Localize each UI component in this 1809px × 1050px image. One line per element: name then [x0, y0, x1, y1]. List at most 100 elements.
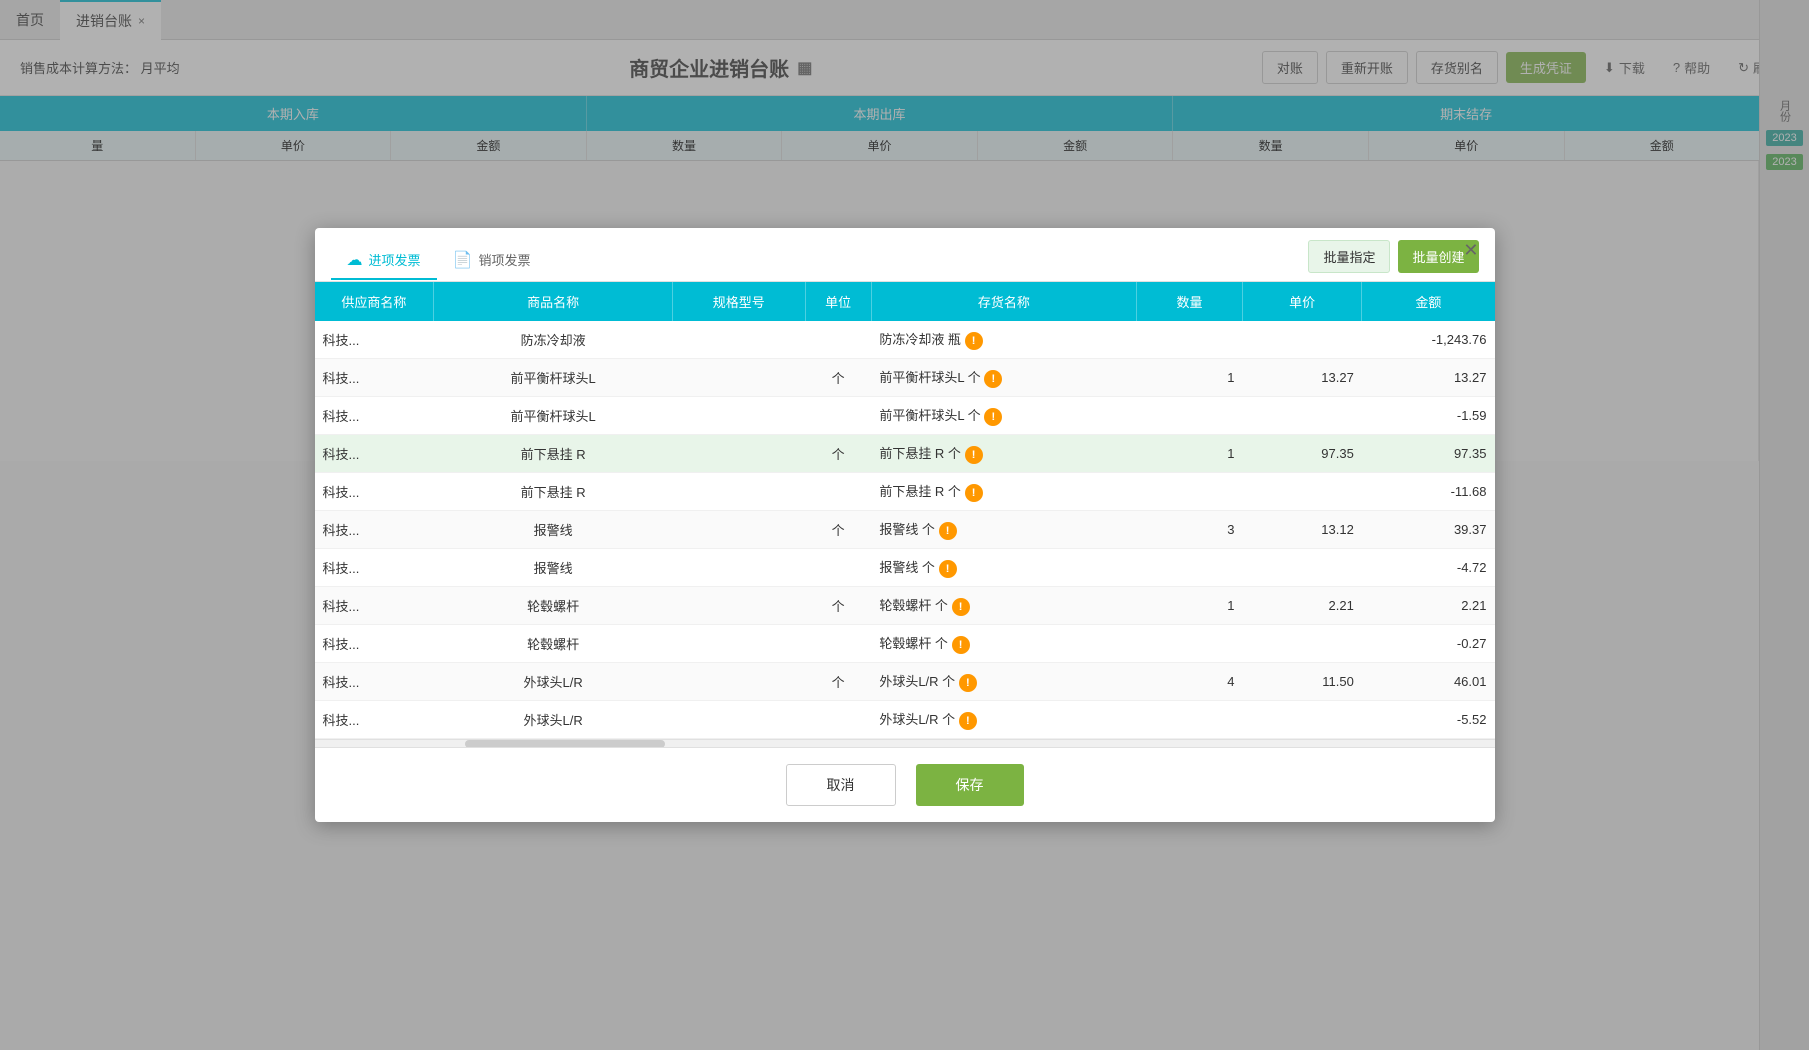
- cell-spec: [672, 397, 805, 435]
- table-row[interactable]: 科技... 轮毂螺杆 轮毂螺杆 个 ! -0.27: [315, 625, 1495, 663]
- table-row[interactable]: 科技... 前平衡杆球头L 个 前平衡杆球头L 个 ! 1 13.27 13.2…: [315, 359, 1495, 397]
- modal-header: ☁ 进项发票 📄 销项发票 批量指定 批量创建 ✕: [315, 228, 1495, 282]
- alert-icon: !: [965, 332, 983, 350]
- cancel-button[interactable]: 取消: [786, 764, 896, 806]
- cell-supplier: 科技...: [315, 435, 434, 473]
- cell-unit: [805, 397, 871, 435]
- cell-amount: -1,243.76: [1362, 321, 1495, 359]
- cell-spec: [672, 511, 805, 549]
- cell-supplier: 科技...: [315, 321, 434, 359]
- cell-inventory: 前下悬挂 R 个 !: [871, 473, 1136, 511]
- cell-price: [1243, 701, 1362, 739]
- table-row[interactable]: 科技... 前平衡杆球头L 前平衡杆球头L 个 ! -1.59: [315, 397, 1495, 435]
- modal-close-button[interactable]: ✕: [1463, 240, 1478, 261]
- cell-spec: [672, 359, 805, 397]
- cell-supplier: 科技...: [315, 663, 434, 701]
- cell-price: 13.12: [1243, 511, 1362, 549]
- cell-amount: -0.27: [1362, 625, 1495, 663]
- invoice-table: 供应商名称 商品名称 规格型号 单位 存货名称 数量 单价 金额 科技... 防…: [315, 282, 1495, 739]
- cell-supplier: 科技...: [315, 511, 434, 549]
- cell-amount: -4.72: [1362, 549, 1495, 587]
- cell-product: 前下悬挂 R: [434, 473, 673, 511]
- cell-amount: 2.21: [1362, 587, 1495, 625]
- cell-product: 外球头L/R: [434, 663, 673, 701]
- alert-icon: !: [959, 674, 977, 692]
- cell-inventory: 轮毂螺杆 个 !: [871, 625, 1136, 663]
- col-header-supplier: 供应商名称: [315, 282, 434, 321]
- alert-icon: !: [952, 636, 970, 654]
- cell-qty: [1136, 549, 1242, 587]
- cell-supplier: 科技...: [315, 359, 434, 397]
- cell-unit: [805, 549, 871, 587]
- table-row[interactable]: 科技... 防冻冷却液 防冻冷却液 瓶 ! -1,243.76: [315, 321, 1495, 359]
- cell-supplier: 科技...: [315, 397, 434, 435]
- cell-price: 11.50: [1243, 663, 1362, 701]
- tab-purchase-invoice[interactable]: ☁ 进项发票: [331, 242, 437, 280]
- cell-qty: 1: [1136, 435, 1242, 473]
- col-header-qty: 数量: [1136, 282, 1242, 321]
- cell-qty: [1136, 397, 1242, 435]
- cell-unit: [805, 473, 871, 511]
- col-header-amount: 金额: [1362, 282, 1495, 321]
- cell-unit: [805, 625, 871, 663]
- purchase-icon: ☁: [347, 250, 363, 270]
- modal-dialog: ☁ 进项发票 📄 销项发票 批量指定 批量创建 ✕ 供应商名称 商品名称 规格: [315, 228, 1495, 822]
- table-body: 科技... 防冻冷却液 防冻冷却液 瓶 ! -1,243.76 科技... 前平…: [315, 321, 1495, 739]
- alert-icon: !: [965, 446, 983, 464]
- cell-price: 97.35: [1243, 435, 1362, 473]
- cell-product: 前下悬挂 R: [434, 435, 673, 473]
- cell-amount: -11.68: [1362, 473, 1495, 511]
- cell-product: 防冻冷却液: [434, 321, 673, 359]
- cell-qty: [1136, 625, 1242, 663]
- cell-price: [1243, 473, 1362, 511]
- cell-inventory: 前平衡杆球头L 个 !: [871, 359, 1136, 397]
- modal-footer: 取消 保存: [315, 747, 1495, 822]
- table-header: 供应商名称 商品名称 规格型号 单位 存货名称 数量 单价 金额: [315, 282, 1495, 321]
- cell-product: 外球头L/R: [434, 701, 673, 739]
- cell-price: [1243, 549, 1362, 587]
- batch-assign-button[interactable]: 批量指定: [1308, 240, 1390, 273]
- cell-supplier: 科技...: [315, 625, 434, 663]
- cell-amount: 39.37: [1362, 511, 1495, 549]
- cell-amount: 13.27: [1362, 359, 1495, 397]
- cell-amount: -1.59: [1362, 397, 1495, 435]
- table-row[interactable]: 科技... 轮毂螺杆 个 轮毂螺杆 个 ! 1 2.21 2.21: [315, 587, 1495, 625]
- modal-backdrop: ☁ 进项发票 📄 销项发票 批量指定 批量创建 ✕ 供应商名称 商品名称 规格: [0, 0, 1809, 1050]
- cell-inventory: 轮毂螺杆 个 !: [871, 587, 1136, 625]
- cell-amount: 46.01: [1362, 663, 1495, 701]
- cell-product: 前平衡杆球头L: [434, 359, 673, 397]
- sales-icon: 📄: [453, 250, 473, 270]
- col-header-inventory: 存货名称: [871, 282, 1136, 321]
- cell-spec: [672, 663, 805, 701]
- table-row[interactable]: 科技... 报警线 个 报警线 个 ! 3 13.12 39.37: [315, 511, 1495, 549]
- col-header-spec: 规格型号: [672, 282, 805, 321]
- horizontal-scrollbar[interactable]: [315, 739, 1495, 747]
- table-row[interactable]: 科技... 前下悬挂 R 前下悬挂 R 个 ! -11.68: [315, 473, 1495, 511]
- cell-qty: 3: [1136, 511, 1242, 549]
- cell-spec: [672, 321, 805, 359]
- cell-price: 2.21: [1243, 587, 1362, 625]
- cell-inventory: 外球头L/R 个 !: [871, 663, 1136, 701]
- alert-icon: !: [952, 598, 970, 616]
- cell-price: [1243, 625, 1362, 663]
- cell-spec: [672, 701, 805, 739]
- table-row[interactable]: 科技... 前下悬挂 R 个 前下悬挂 R 个 ! 1 97.35 97.35: [315, 435, 1495, 473]
- cell-spec: [672, 435, 805, 473]
- cell-price: 13.27: [1243, 359, 1362, 397]
- cell-unit: 个: [805, 663, 871, 701]
- cell-inventory: 前下悬挂 R 个 !: [871, 435, 1136, 473]
- alert-icon: !: [984, 370, 1002, 388]
- save-button[interactable]: 保存: [916, 764, 1024, 806]
- cell-supplier: 科技...: [315, 549, 434, 587]
- table-row[interactable]: 科技... 外球头L/R 个 外球头L/R 个 ! 4 11.50 46.01: [315, 663, 1495, 701]
- cell-product: 前平衡杆球头L: [434, 397, 673, 435]
- cell-inventory: 防冻冷却液 瓶 !: [871, 321, 1136, 359]
- cell-product: 轮毂螺杆: [434, 587, 673, 625]
- modal-table-wrapper[interactable]: 供应商名称 商品名称 规格型号 单位 存货名称 数量 单价 金额 科技... 防…: [315, 282, 1495, 739]
- tab-sales-invoice[interactable]: 📄 销项发票: [437, 242, 547, 280]
- table-row[interactable]: 科技... 外球头L/R 外球头L/R 个 ! -5.52: [315, 701, 1495, 739]
- cell-unit: 个: [805, 587, 871, 625]
- alert-icon: !: [939, 522, 957, 540]
- cell-amount: 97.35: [1362, 435, 1495, 473]
- table-row[interactable]: 科技... 报警线 报警线 个 ! -4.72: [315, 549, 1495, 587]
